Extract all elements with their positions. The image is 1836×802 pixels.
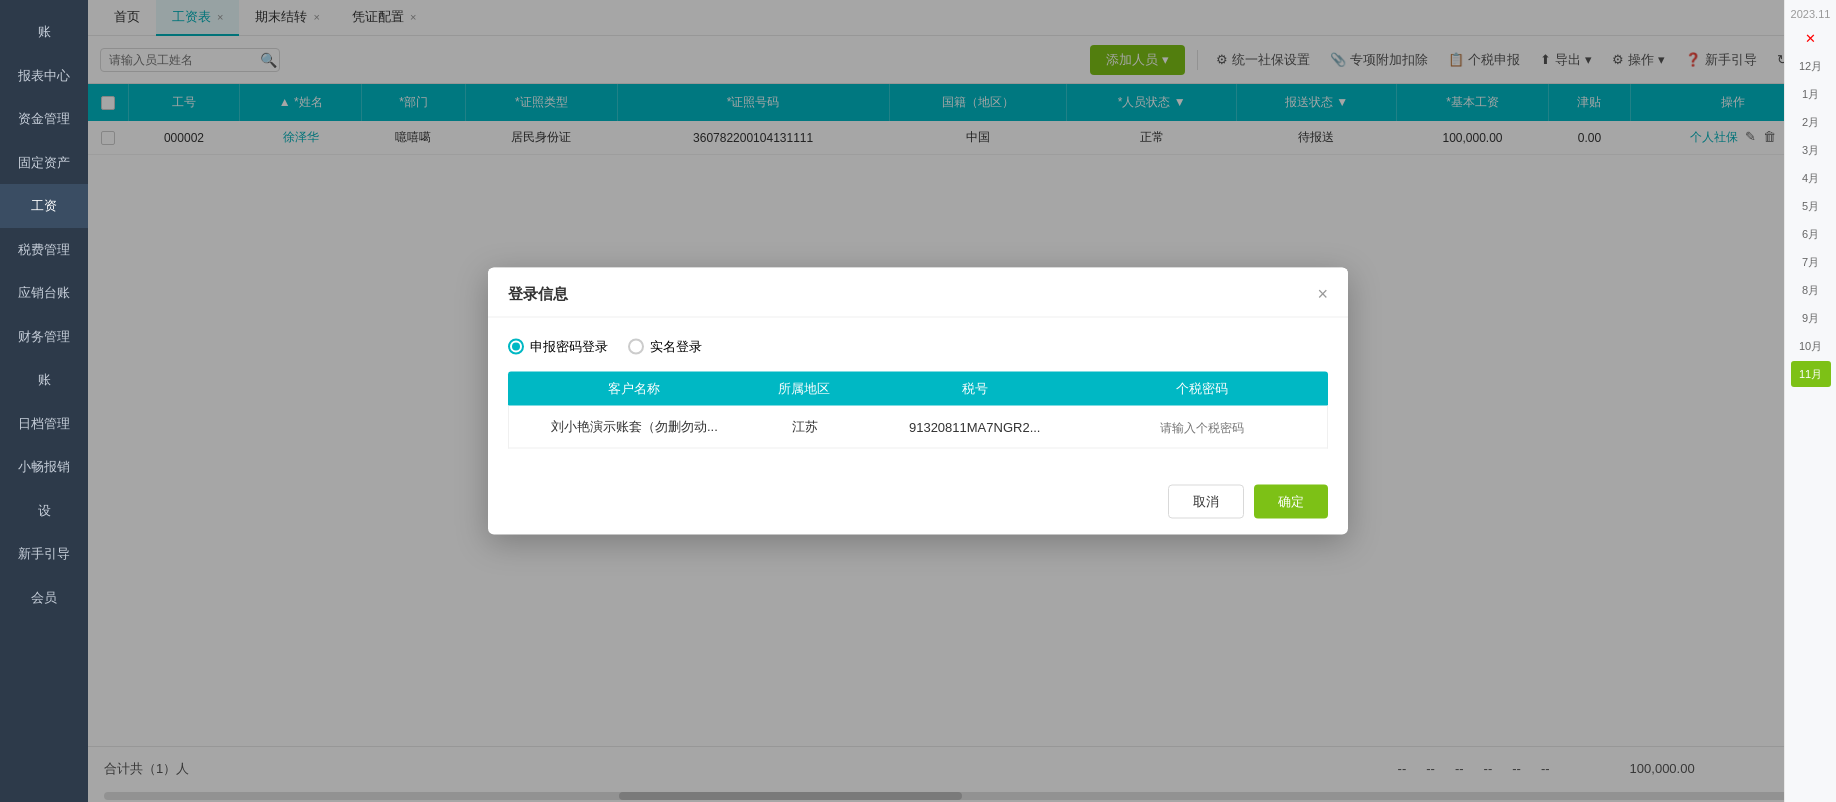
login-dialog: 登录信息 × 申报密码登录 实名登录 客户名称 所属地区 税号 个税密码 刘小艳…: [488, 268, 1348, 535]
radio-circle-realname: [628, 339, 644, 355]
sidebar-item-report-center[interactable]: 报表中心: [0, 54, 88, 98]
timeline-panel: 2023.11 ✕ 12月 1月 2月 3月 4月 5月 6月 7月 8月 9月…: [1784, 0, 1836, 802]
col-tax-password: 个税密码: [1089, 380, 1316, 398]
dialog-title: 登录信息: [508, 285, 568, 304]
sidebar-item-archive[interactable]: 日档管理: [0, 402, 88, 446]
dialog-footer: 取消 确定: [488, 469, 1348, 535]
sidebar-item-expense[interactable]: 小畅报销: [0, 445, 88, 489]
sidebar-item-finance-mgmt[interactable]: 财务管理: [0, 315, 88, 359]
timeline-month-x[interactable]: ✕: [1791, 25, 1831, 51]
timeline-month-apr[interactable]: 4月: [1791, 165, 1831, 191]
timeline-month-sep[interactable]: 9月: [1791, 305, 1831, 331]
col-region: 所属地区: [747, 380, 861, 398]
dialog-table-header: 客户名称 所属地区 税号 个税密码: [508, 372, 1328, 406]
timeline-month-oct[interactable]: 10月: [1791, 333, 1831, 359]
sidebar-item-fixed-assets[interactable]: 固定资产: [0, 141, 88, 185]
radio-password-login[interactable]: 申报密码登录: [508, 338, 608, 356]
dialog-close-button[interactable]: ×: [1317, 284, 1328, 305]
timeline-month-jun[interactable]: 6月: [1791, 221, 1831, 247]
timeline-month-dec[interactable]: 12月: [1791, 53, 1831, 79]
client-name-cell: 刘小艳演示账套（勿删勿动...: [521, 418, 748, 436]
sidebar-item-sales-ledger[interactable]: 应销台账: [0, 271, 88, 315]
sidebar-item-settings[interactable]: 设: [0, 489, 88, 533]
radio-circle-password: [508, 339, 524, 355]
dialog-table-row: 刘小艳演示账套（勿删勿动... 江苏 91320811MA7NGR2...: [508, 406, 1328, 449]
tax-password-input[interactable]: [1088, 420, 1315, 434]
sidebar-item-member[interactable]: 会员: [0, 576, 88, 620]
timeline-month-nov[interactable]: 11月: [1791, 361, 1831, 387]
tax-no-cell: 91320811MA7NGR2...: [861, 419, 1088, 434]
timeline-month-aug[interactable]: 8月: [1791, 277, 1831, 303]
timeline-month-may[interactable]: 5月: [1791, 193, 1831, 219]
sidebar-item-tax-mgmt[interactable]: 税费管理: [0, 228, 88, 272]
cancel-button[interactable]: 取消: [1168, 485, 1244, 519]
timeline-month-jul[interactable]: 7月: [1791, 249, 1831, 275]
region-cell: 江苏: [748, 418, 861, 436]
dialog-body: 申报密码登录 实名登录 客户名称 所属地区 税号 个税密码 刘小艳演示账套（勿删…: [488, 318, 1348, 469]
timeline-month-mar[interactable]: 3月: [1791, 137, 1831, 163]
login-method-group: 申报密码登录 实名登录: [508, 338, 1328, 356]
col-tax-no: 税号: [861, 380, 1088, 398]
timeline-month-feb[interactable]: 2月: [1791, 109, 1831, 135]
dialog-header: 登录信息 ×: [488, 268, 1348, 318]
sidebar-item-fund-mgmt[interactable]: 资金管理: [0, 97, 88, 141]
col-client-name: 客户名称: [520, 380, 747, 398]
sidebar-item-guide[interactable]: 新手引导: [0, 532, 88, 576]
sidebar-item-account2[interactable]: 账: [0, 358, 88, 402]
timeline-month-jan[interactable]: 1月: [1791, 81, 1831, 107]
sidebar-item-salary[interactable]: 工资: [0, 184, 88, 228]
timeline-year: 2023.11: [1791, 8, 1831, 20]
sidebar-item-accounting[interactable]: 账: [0, 10, 88, 54]
tax-password-cell[interactable]: [1088, 419, 1315, 434]
sidebar: 账 报表中心 资金管理 固定资产 工资 税费管理 应销台账 财务管理 账 日档管…: [0, 0, 88, 802]
radio-realname-login[interactable]: 实名登录: [628, 338, 702, 356]
confirm-button[interactable]: 确定: [1254, 485, 1328, 519]
